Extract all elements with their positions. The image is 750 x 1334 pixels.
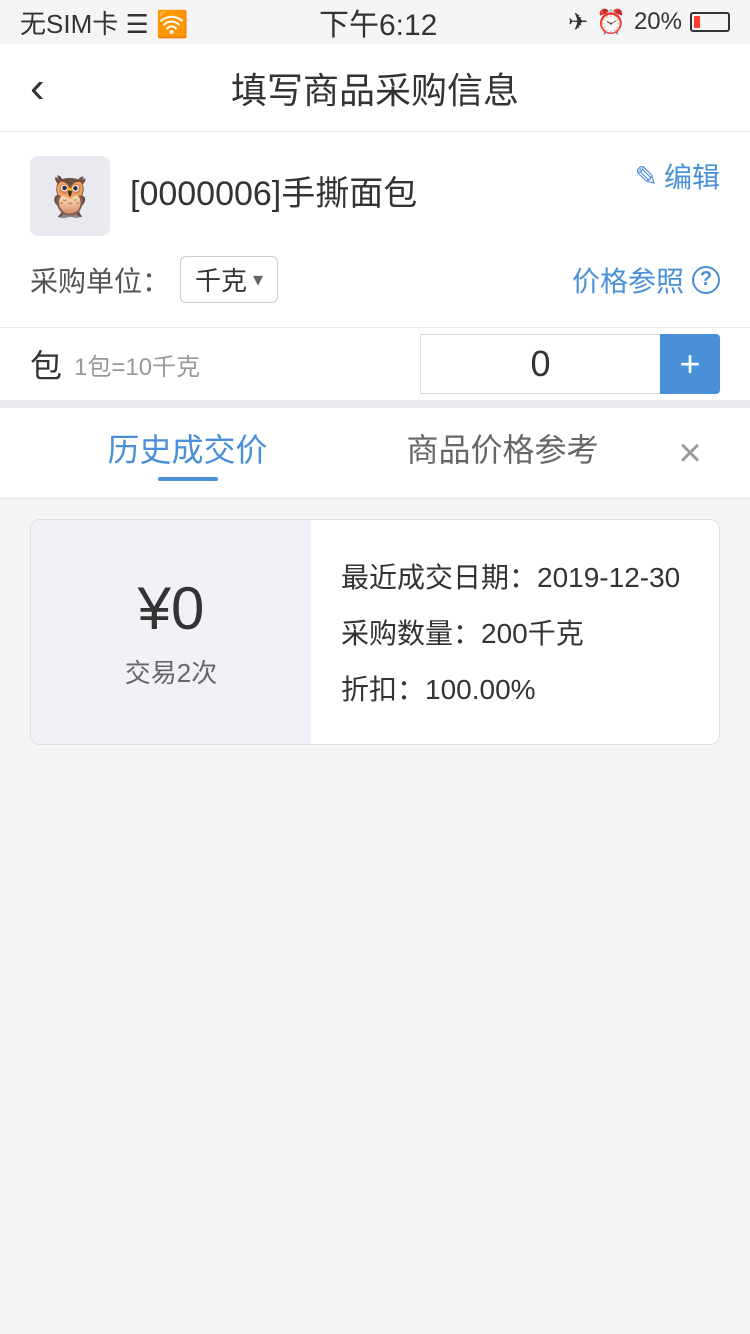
status-left: 无SIM卡 ☰ 🛜 [20, 4, 188, 41]
status-time: 下午6:12 [319, 0, 437, 44]
unit-select-dropdown[interactable]: 千克 ▾ [180, 256, 278, 303]
unit-value: 千克 [195, 261, 247, 298]
price-left-panel: ¥0 交易2次 [31, 520, 311, 744]
product-name: [0000006]手撕面包 [130, 156, 417, 215]
page-title: 填写商品采购信息 [231, 62, 519, 114]
status-right: ✈ ⏰ 20% [568, 8, 730, 37]
date-label: 最近成交日期： [341, 562, 537, 593]
edit-button[interactable]: ✎ 编辑 [635, 156, 720, 196]
status-bar: 无SIM卡 ☰ 🛜 下午6:12 ✈ ⏰ 20% [0, 0, 750, 44]
price-detail-date: 最近成交日期：2019-12-30 [341, 556, 689, 596]
quantity-label-group: 包 1包=10千克 [30, 341, 200, 387]
product-unit-row: 采购单位： 千克 ▾ 价格参照 ? [30, 256, 720, 303]
qty-value: 200千克 [481, 618, 584, 649]
quantity-row: 包 1包=10千克 + [0, 328, 750, 408]
quantity-input[interactable] [420, 334, 660, 394]
bottom-area [0, 765, 750, 1265]
info-icon: ? [692, 266, 720, 294]
battery-percent: 20% [634, 8, 682, 36]
tabs-row: 历史成交价 商品价格参考 × [0, 408, 750, 498]
unit-label: 采购单位： [30, 260, 170, 300]
quantity-unit-note: 1包=10千克 [74, 347, 200, 382]
quantity-unit-badge: 包 [30, 341, 62, 387]
price-amount: ¥0 [138, 574, 205, 643]
price-detail-discount: 折扣：100.00% [341, 668, 689, 708]
discount-value: 100.00% [425, 674, 536, 705]
tab-close-button[interactable]: × [660, 431, 720, 476]
tab-active-indicator [158, 477, 218, 481]
dropdown-arrow-icon: ▾ [253, 267, 263, 292]
product-card: 🦉 [0000006]手撕面包 ✎ 编辑 采购单位： 千克 ▾ 价格参照 ? [0, 132, 750, 328]
price-currency-symbol: ¥ [138, 575, 171, 642]
price-card: ¥0 交易2次 最近成交日期：2019-12-30 采购数量：200千克 折扣：… [30, 519, 720, 745]
tab-history-price[interactable]: 历史成交价 [30, 425, 345, 481]
location-icon: ✈ [568, 8, 588, 37]
product-thumbnail: 🦉 [30, 156, 110, 236]
price-detail-qty: 采购数量：200千克 [341, 612, 689, 652]
price-ref-label: 价格参照 [572, 260, 684, 300]
price-card-container: ¥0 交易2次 最近成交日期：2019-12-30 采购数量：200千克 折扣：… [0, 499, 750, 765]
product-logo-icon: 🦉 [45, 173, 95, 220]
qty-label: 采购数量： [341, 618, 481, 649]
tab-product-price-reference[interactable]: 商品价格参考 [345, 425, 660, 481]
alarm-icon: ⏰ [596, 8, 626, 37]
battery-icon [690, 12, 730, 32]
price-right-panel: 最近成交日期：2019-12-30 采购数量：200千克 折扣：100.00% [311, 520, 719, 744]
discount-label: 折扣： [341, 674, 425, 705]
price-reference-button[interactable]: 价格参照 ? [572, 260, 720, 300]
nav-bar: ‹ 填写商品采购信息 [0, 44, 750, 132]
product-header: 🦉 [0000006]手撕面包 ✎ 编辑 [30, 156, 720, 236]
quantity-input-group: + [420, 334, 720, 394]
edit-icon: ✎ [635, 160, 658, 193]
quantity-plus-button[interactable]: + [660, 334, 720, 394]
price-transactions: 交易2次 [125, 653, 217, 690]
carrier-text: 无SIM卡 ☰ 🛜 [20, 4, 188, 41]
product-left: 🦉 [0000006]手撕面包 [30, 156, 417, 236]
date-value: 2019-12-30 [537, 562, 680, 593]
back-button[interactable]: ‹ [30, 66, 45, 110]
price-value: 0 [171, 575, 204, 642]
tabs-container: 历史成交价 商品价格参考 × [0, 408, 750, 499]
